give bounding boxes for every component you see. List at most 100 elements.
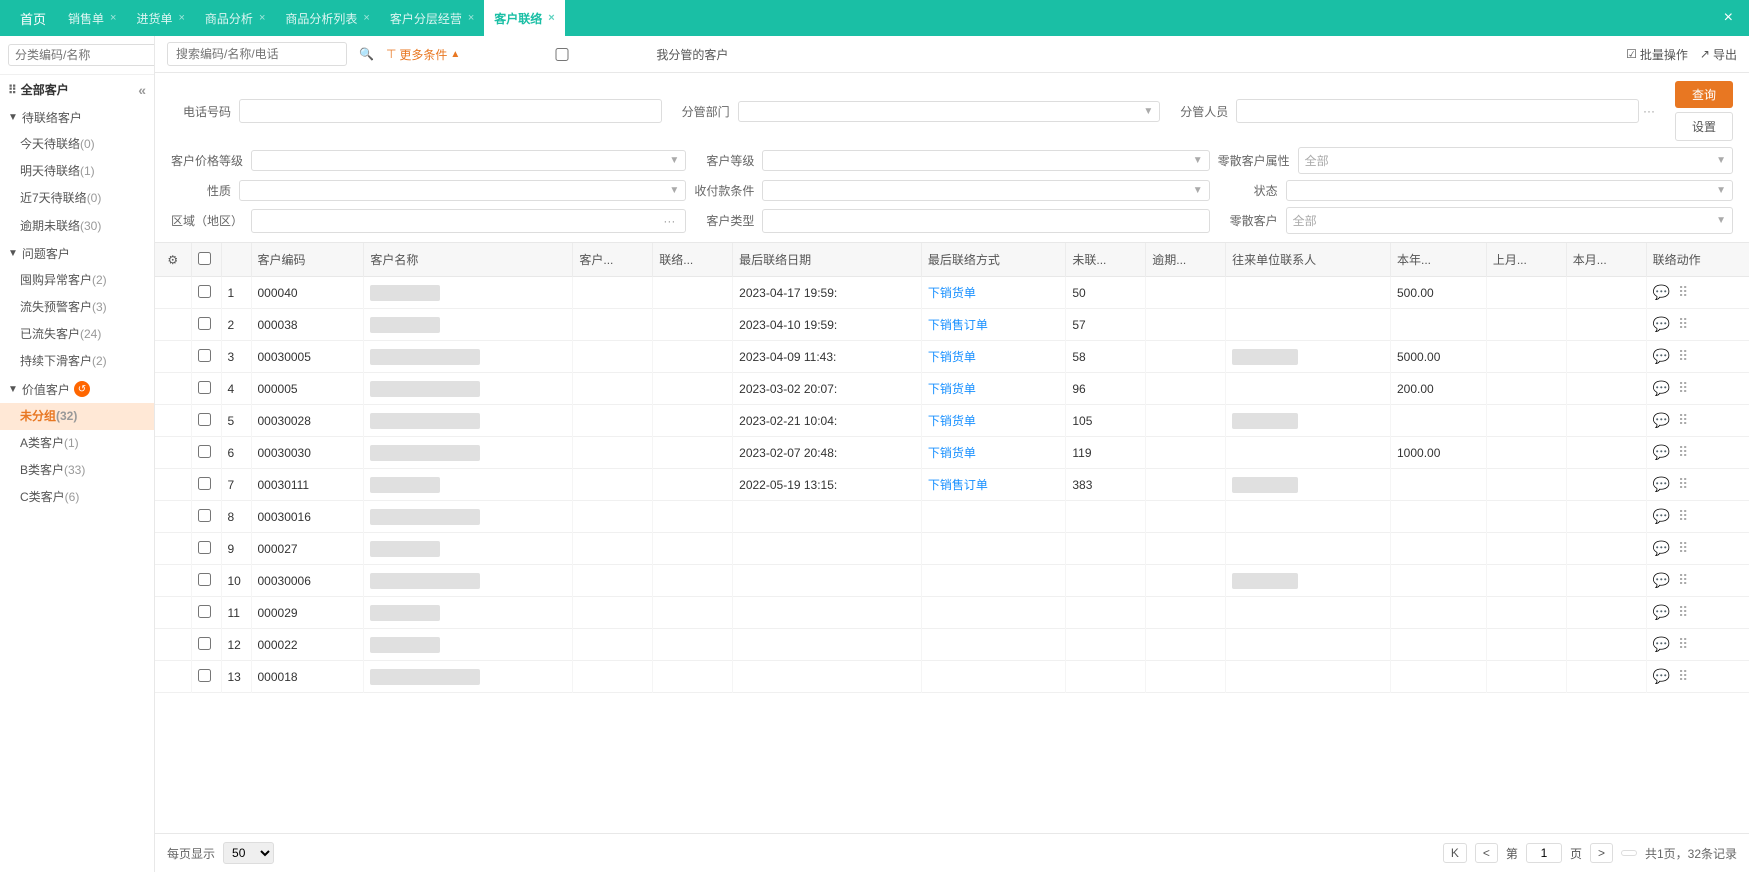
region-select[interactable]: ···: [251, 209, 686, 233]
dept-select[interactable]: ▼: [738, 101, 1161, 122]
col-type[interactable]: 客户...: [573, 243, 653, 277]
batch-ops-button[interactable]: ☑ 批量操作: [1626, 46, 1688, 63]
first-page-button[interactable]: K: [1443, 843, 1467, 863]
export-button[interactable]: ↗ 导出: [1700, 46, 1737, 63]
sidebar-item-class-c[interactable]: C类客户(6): [0, 484, 154, 511]
sidebar-group-value-customers[interactable]: ▼ 价值客户 ↺: [0, 376, 154, 403]
row-checkbox[interactable]: [198, 573, 211, 586]
sidebar-item-7days-pending[interactable]: 近7天待联络(0): [0, 185, 154, 212]
action-chat-icon[interactable]: 💬: [1653, 284, 1670, 301]
row-checkbox[interactable]: [198, 605, 211, 618]
action-chat-icon[interactable]: 💬: [1653, 668, 1670, 685]
sidebar-group-pending-contact[interactable]: ▼ 待联络客户: [0, 104, 154, 131]
page-size-select[interactable]: 50 100 200: [223, 842, 274, 864]
nav-tab-analysis[interactable]: 商品分析 ×: [195, 0, 275, 36]
col-last-month[interactable]: 上月...: [1486, 243, 1566, 277]
sidebar-item-class-b[interactable]: B类客户(33): [0, 457, 154, 484]
row-checkbox-cell[interactable]: [191, 661, 221, 693]
col-company-contact[interactable]: 往来单位联系人: [1226, 243, 1391, 277]
close-customer-tier-tab[interactable]: ×: [468, 12, 474, 24]
row-checkbox-cell[interactable]: [191, 597, 221, 629]
retail-customer-select[interactable]: 全部 ▼: [1286, 207, 1733, 234]
close-analysis-tab[interactable]: ×: [259, 12, 265, 24]
customer-type-input[interactable]: [762, 209, 1209, 233]
row-checkbox-cell[interactable]: [191, 277, 221, 309]
prev-page-button[interactable]: <: [1475, 843, 1498, 863]
row-checkbox[interactable]: [198, 285, 211, 298]
manager-input[interactable]: [1236, 99, 1639, 123]
row-checkbox[interactable]: [198, 509, 211, 522]
region-dots-button[interactable]: ···: [659, 214, 679, 228]
action-chat-icon[interactable]: 💬: [1653, 604, 1670, 621]
row-checkbox[interactable]: [198, 349, 211, 362]
sidebar-search-input[interactable]: [8, 44, 155, 66]
action-more-icon[interactable]: ⠿: [1678, 348, 1688, 365]
action-chat-icon[interactable]: 💬: [1653, 572, 1670, 589]
action-chat-icon[interactable]: 💬: [1653, 412, 1670, 429]
my-customers-checkbox-label[interactable]: 我分管的客户: [472, 46, 728, 63]
close-purchase-tab[interactable]: ×: [178, 12, 184, 24]
col-last-contact-method[interactable]: 最后联络方式: [921, 243, 1065, 277]
action-more-icon[interactable]: ⠿: [1678, 380, 1688, 397]
row-checkbox-cell[interactable]: [191, 501, 221, 533]
next-page-button[interactable]: >: [1590, 843, 1613, 863]
action-chat-icon[interactable]: 💬: [1653, 476, 1670, 493]
row-last-contact-method[interactable]: 下销货单: [921, 341, 1065, 373]
customer-grade-select[interactable]: ▼: [762, 150, 1209, 171]
col-checkbox[interactable]: [191, 243, 221, 277]
col-contact[interactable]: 联络...: [653, 243, 733, 277]
action-more-icon[interactable]: ⠿: [1678, 508, 1688, 525]
row-checkbox[interactable]: [198, 541, 211, 554]
row-last-contact-method[interactable]: 下销货单: [921, 437, 1065, 469]
page-number-input[interactable]: [1526, 843, 1562, 863]
settings-button[interactable]: 设置: [1675, 112, 1733, 141]
nav-tab-customer-tier[interactable]: 客户分层经营 ×: [380, 0, 484, 36]
action-more-icon[interactable]: ⠿: [1678, 668, 1688, 685]
col-not-contacted[interactable]: 未联...: [1066, 243, 1146, 277]
close-analysis-list-tab[interactable]: ×: [363, 12, 369, 24]
sidebar-item-tomorrow-pending[interactable]: 明天待联络(1): [0, 158, 154, 185]
action-more-icon[interactable]: ⠿: [1678, 412, 1688, 429]
my-customers-checkbox[interactable]: [472, 48, 652, 61]
action-more-icon[interactable]: ⠿: [1678, 444, 1688, 461]
sidebar-all-customers[interactable]: ⠿ 全部客户 «: [0, 75, 154, 104]
sidebar-item-churn-warning[interactable]: 流失预警客户(3): [0, 294, 154, 321]
row-checkbox[interactable]: [198, 317, 211, 330]
search-input[interactable]: [167, 42, 347, 66]
payment-select[interactable]: ▼: [762, 180, 1209, 201]
sidebar-collapse-button[interactable]: «: [138, 82, 146, 98]
row-checkbox-cell[interactable]: [191, 469, 221, 501]
action-chat-icon[interactable]: 💬: [1653, 444, 1670, 461]
row-checkbox-cell[interactable]: [191, 565, 221, 597]
col-this-month[interactable]: 本月...: [1566, 243, 1646, 277]
action-chat-icon[interactable]: 💬: [1653, 540, 1670, 557]
row-checkbox-cell[interactable]: [191, 533, 221, 565]
close-sales-tab[interactable]: ×: [110, 12, 116, 24]
row-checkbox-cell[interactable]: [191, 373, 221, 405]
action-more-icon[interactable]: ⠿: [1678, 316, 1688, 333]
action-chat-icon[interactable]: 💬: [1653, 348, 1670, 365]
action-more-icon[interactable]: ⠿: [1678, 476, 1688, 493]
price-grade-select[interactable]: ▼: [251, 150, 686, 171]
nav-tab-purchase[interactable]: 进货单 ×: [126, 0, 194, 36]
row-checkbox-cell[interactable]: [191, 405, 221, 437]
col-name[interactable]: 客户名称: [364, 243, 573, 277]
col-code[interactable]: 客户编码: [251, 243, 364, 277]
nav-tab-customer-contact[interactable]: 客户联络 ×: [484, 0, 564, 36]
nav-tab-sales[interactable]: 销售单 ×: [58, 0, 126, 36]
action-more-icon[interactable]: ⠿: [1678, 540, 1688, 557]
nature-select[interactable]: ▼: [239, 180, 686, 201]
contact-method-link[interactable]: 下销货单: [928, 286, 976, 300]
contact-method-link[interactable]: 下销货单: [928, 446, 976, 460]
query-button[interactable]: 查询: [1675, 81, 1733, 108]
sidebar-item-today-pending[interactable]: 今天待联络(0): [0, 131, 154, 158]
action-more-icon[interactable]: ⠿: [1678, 636, 1688, 653]
row-checkbox[interactable]: [198, 381, 211, 394]
sidebar-item-hoarding-anomaly[interactable]: 囤购异常客户(2): [0, 267, 154, 294]
filter-search-icon[interactable]: 🔍: [359, 47, 374, 61]
select-all-checkbox[interactable]: [198, 252, 211, 265]
manager-dots-button[interactable]: ···: [1639, 104, 1659, 118]
sidebar-item-class-a[interactable]: A类客户(1): [0, 430, 154, 457]
row-last-contact-method[interactable]: 下销货单: [921, 405, 1065, 437]
action-more-icon[interactable]: ⠿: [1678, 284, 1688, 301]
